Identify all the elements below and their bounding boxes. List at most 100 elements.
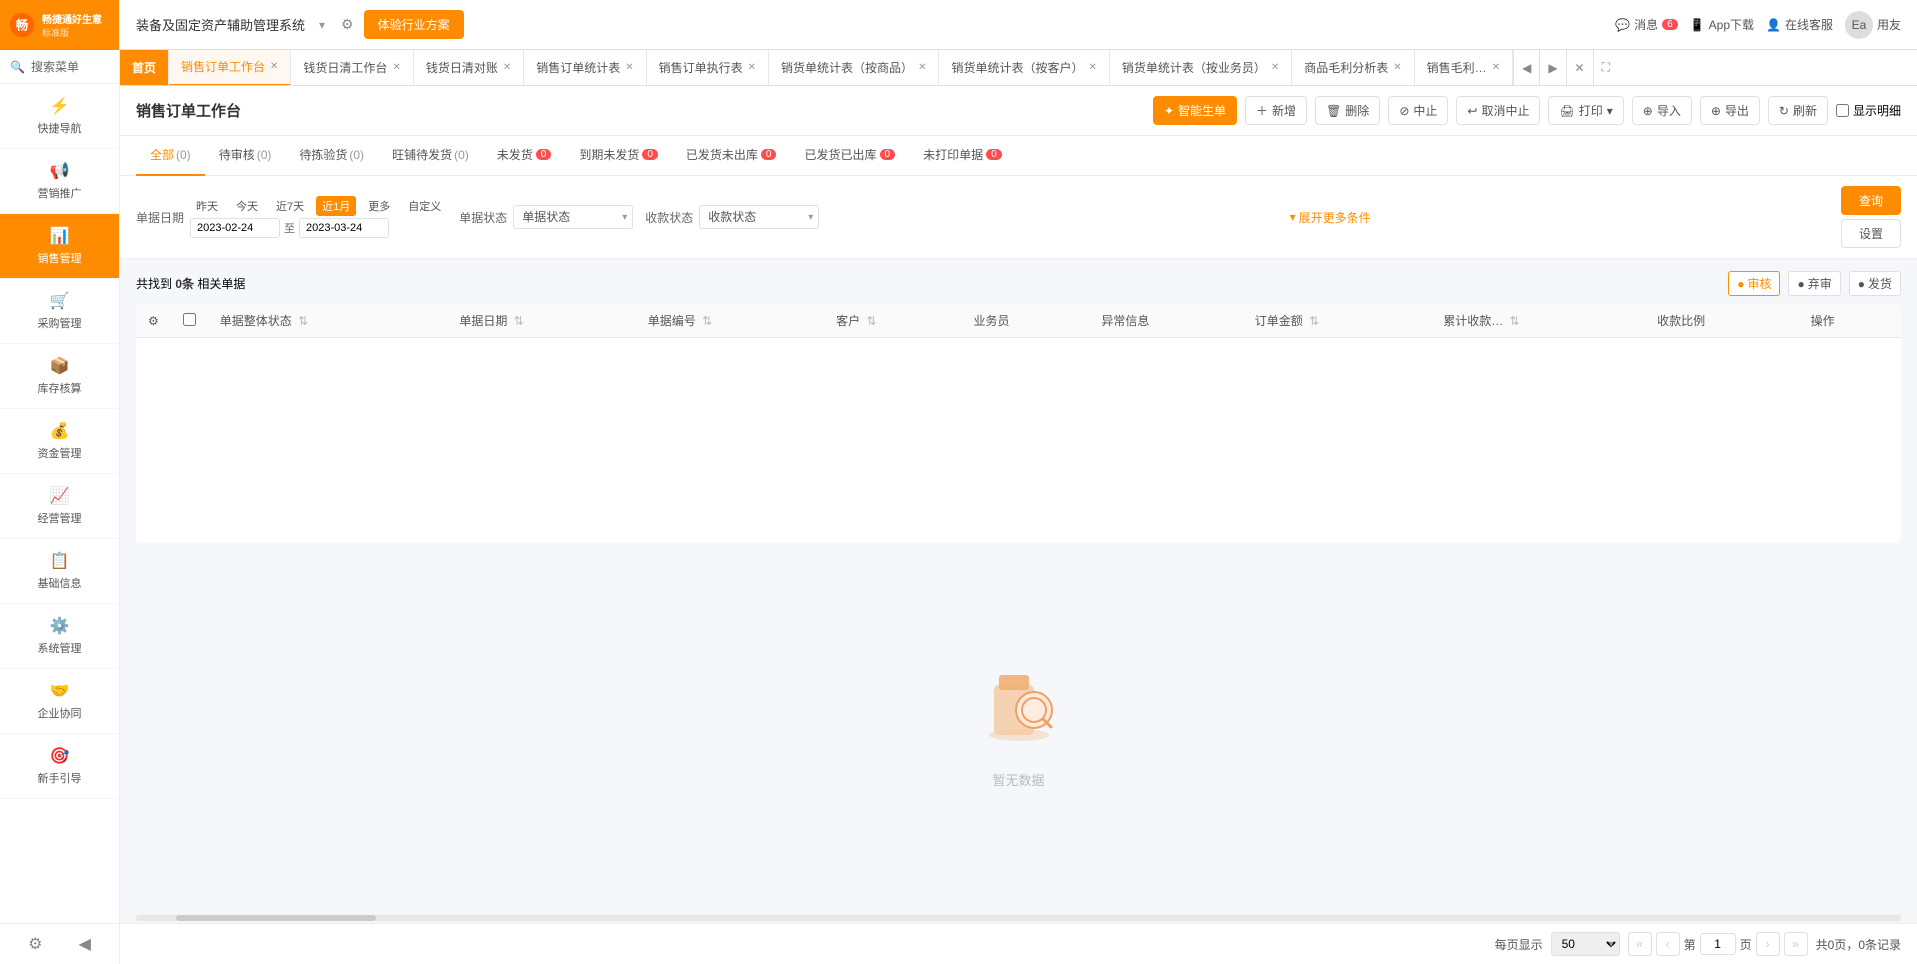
sidebar-search[interactable]: 🔍 搜索菜单	[0, 50, 119, 84]
tab-sales-workbench[interactable]: 销售订单工作台 ✕	[169, 50, 291, 86]
sidebar-item-finance[interactable]: 💰 资金管理	[0, 409, 119, 474]
show-detail-input[interactable]	[1836, 104, 1849, 117]
tab-cash-reconcile[interactable]: 钱货日清对账 ✕	[414, 50, 524, 86]
col-status[interactable]: 单据整体状态 ⇅	[208, 304, 448, 338]
select-all-checkbox[interactable]	[183, 313, 196, 326]
tab-sales-by-customer[interactable]: 销货单统计表（按客户） ✕	[939, 50, 1109, 86]
print-button[interactable]: 🖨 打印 ▾	[1548, 96, 1623, 125]
export-button[interactable]: ⊕ 导出	[1700, 96, 1760, 125]
import-button[interactable]: ⊕ 导入	[1632, 96, 1692, 125]
col-abnormal[interactable]: 异常信息	[1089, 304, 1242, 338]
sidebar-item-inventory[interactable]: 📦 库存核算	[0, 344, 119, 409]
today-btn[interactable]: 今天	[230, 196, 264, 216]
page-next-button[interactable]: ›	[1756, 932, 1780, 956]
tab-cash-reconcile-close[interactable]: ✕	[503, 62, 511, 73]
tab-sales-stats-close[interactable]: ✕	[625, 62, 633, 73]
scrollbar-area[interactable]	[120, 913, 1917, 923]
col-number[interactable]: 单据编号 ⇅	[636, 304, 824, 338]
col-collected[interactable]: 累计收款… ⇅	[1431, 304, 1645, 338]
tab-sales-by-product-close[interactable]: ✕	[918, 62, 926, 73]
col-staff[interactable]: 业务员	[961, 304, 1089, 338]
filter-tab-shipped-out[interactable]: 已发货已出库 0	[790, 136, 909, 176]
filter-tab-shipped-not-out[interactable]: 已发货未出库 0	[672, 136, 791, 176]
audit-button[interactable]: ● 审核	[1728, 271, 1780, 296]
show-detail-checkbox[interactable]: 显示明细	[1836, 102, 1901, 119]
tab-sales-profit[interactable]: 销售毛利… ✕	[1415, 50, 1513, 86]
page-size-select[interactable]: 50 20 100	[1551, 932, 1620, 956]
tab-prev-button[interactable]: ◀	[1513, 50, 1539, 86]
col-amount[interactable]: 订单金额 ⇅	[1243, 304, 1431, 338]
page-prev-button[interactable]: ‹	[1656, 932, 1680, 956]
tab-sales-exec[interactable]: 销售订单执行表 ✕	[647, 50, 769, 86]
payment-select[interactable]: 收款状态	[699, 205, 819, 229]
sidebar-item-guide[interactable]: 🎯 新手引导	[0, 734, 119, 799]
sidebar-item-quick-nav[interactable]: ⚡ 快捷导航	[0, 84, 119, 149]
sidebar-item-operation[interactable]: 📈 经营管理	[0, 474, 119, 539]
sidebar-item-basic[interactable]: 📋 基础信息	[0, 539, 119, 604]
query-button[interactable]: 查询	[1841, 186, 1901, 215]
sidebar-item-marketing[interactable]: 📢 营销推广	[0, 149, 119, 214]
tab-fullscreen-button[interactable]: ⛶	[1593, 50, 1618, 86]
filter-tab-pending-inspect[interactable]: 待拣验货 (0)	[285, 136, 378, 176]
filter-tab-unprinted[interactable]: 未打印单据 0	[909, 136, 1016, 176]
page-last-button[interactable]: »	[1784, 932, 1808, 956]
ship-button[interactable]: ● 发货	[1849, 271, 1901, 296]
settings-button[interactable]: 设置	[1841, 219, 1901, 248]
filter-tab-pending-audit[interactable]: 待审核 (0)	[205, 136, 286, 176]
yesterday-btn[interactable]: 昨天	[190, 196, 224, 216]
message-button[interactable]: 💬 消息 6	[1615, 16, 1678, 33]
settings-icon[interactable]: ⚙	[341, 16, 354, 33]
tab-sales-profit-close[interactable]: ✕	[1492, 62, 1500, 73]
page-first-button[interactable]: «	[1628, 932, 1652, 956]
app-download-button[interactable]: 📱 App下载	[1690, 16, 1754, 33]
tab-sales-exec-close[interactable]: ✕	[748, 62, 756, 73]
table-checkbox-header[interactable]	[171, 304, 208, 338]
tab-sales-by-staff-close[interactable]: ✕	[1271, 62, 1279, 73]
custom-btn[interactable]: 自定义	[402, 196, 447, 216]
add-button[interactable]: ＋ 新增	[1245, 96, 1307, 125]
status-select[interactable]: 单据状态	[513, 205, 633, 229]
1month-btn[interactable]: 近1月	[316, 196, 356, 216]
tab-sales-by-customer-close[interactable]: ✕	[1088, 62, 1096, 73]
expand-conditions-button[interactable]: ▾ 展开更多条件	[1290, 209, 1371, 226]
cancel-audit-button[interactable]: ● 弃审	[1788, 271, 1840, 296]
tab-sales-workbench-close[interactable]: ✕	[270, 61, 278, 72]
col-customer[interactable]: 客户 ⇅	[824, 304, 961, 338]
filter-tab-all[interactable]: 全部 (0)	[136, 136, 205, 176]
more-btn[interactable]: 更多	[362, 196, 396, 216]
user-menu[interactable]: Ea 用友	[1845, 11, 1901, 39]
sidebar-item-sales[interactable]: 📊 销售管理	[0, 214, 119, 279]
col-date[interactable]: 单据日期 ⇅	[447, 304, 635, 338]
tab-profit-analysis-close[interactable]: ✕	[1393, 62, 1401, 73]
filter-tab-unshipped[interactable]: 未发货 0	[483, 136, 566, 176]
delete-button[interactable]: 🗑 删除	[1315, 96, 1380, 125]
stop-button[interactable]: ⊘ 中止	[1388, 96, 1448, 125]
sidebar-item-system[interactable]: ⚙️ 系统管理	[0, 604, 119, 669]
table-settings-header[interactable]: ⚙	[136, 304, 171, 338]
scrollbar-thumb[interactable]	[176, 915, 376, 921]
tab-close-all-button[interactable]: ✕	[1566, 50, 1593, 86]
expand-icon[interactable]: ▾	[319, 18, 325, 32]
filter-tab-wangpu-ship[interactable]: 旺铺待发货 (0)	[378, 136, 483, 176]
settings-icon[interactable]: ⚙	[28, 934, 42, 954]
date-to-input[interactable]	[299, 218, 389, 238]
sidebar-item-enterprise[interactable]: 🤝 企业协同	[0, 669, 119, 734]
collapse-icon[interactable]: ◀	[79, 934, 91, 954]
scrollbar-track[interactable]	[136, 915, 1901, 921]
tab-sales-by-staff[interactable]: 销货单统计表（按业务员） ✕	[1110, 50, 1292, 86]
smart-create-button[interactable]: ✦ 智能生单	[1153, 96, 1237, 125]
sidebar-item-purchase[interactable]: 🛒 采购管理	[0, 279, 119, 344]
cancel-stop-button[interactable]: ↩ 取消中止	[1456, 96, 1540, 125]
tab-sales-stats[interactable]: 销售订单统计表 ✕	[524, 50, 646, 86]
date-from-input[interactable]	[190, 218, 280, 238]
online-service-button[interactable]: 👤 在线客服	[1766, 16, 1833, 33]
7days-btn[interactable]: 近7天	[270, 196, 310, 216]
tab-profit-analysis[interactable]: 商品毛利分析表 ✕	[1292, 50, 1414, 86]
industry-solution-button[interactable]: 体验行业方案	[364, 10, 464, 39]
col-ratio[interactable]: 收款比例	[1645, 304, 1798, 338]
tab-cash-daily-close[interactable]: ✕	[392, 62, 400, 73]
tab-next-button[interactable]: ▶	[1539, 50, 1565, 86]
filter-tab-overdue-unshipped[interactable]: 到期未发货 0	[565, 136, 672, 176]
refresh-button[interactable]: ↻ 刷新	[1768, 96, 1828, 125]
tab-cash-daily[interactable]: 钱货日清工作台 ✕	[291, 50, 413, 86]
